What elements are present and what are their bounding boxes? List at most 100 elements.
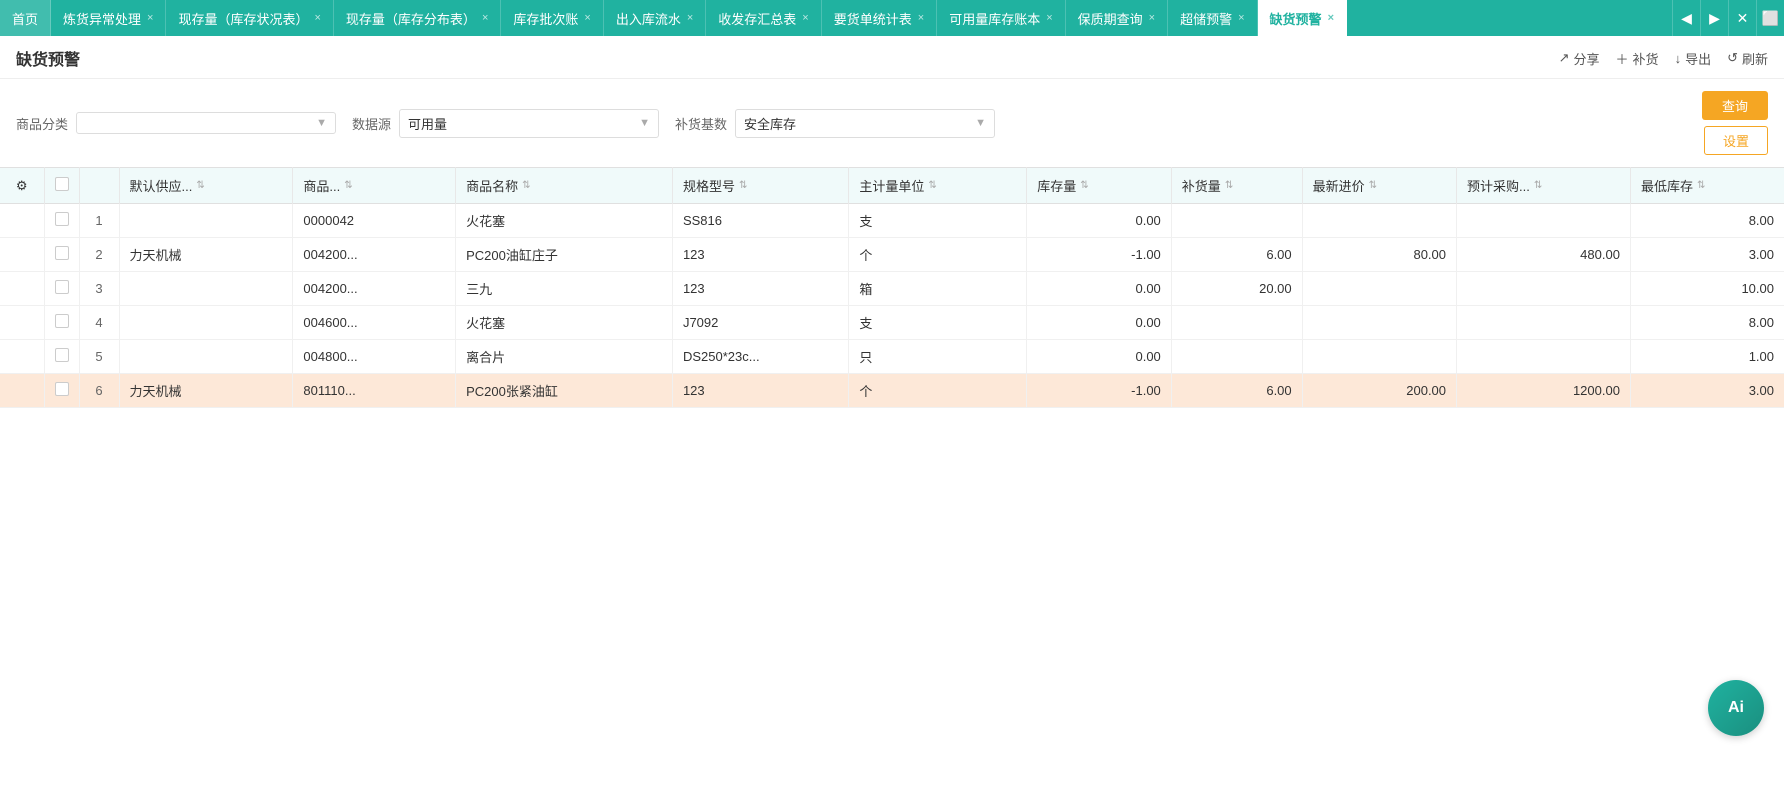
row-spec: 123 xyxy=(672,374,848,408)
row-checkbox[interactable] xyxy=(55,348,69,362)
th-stock[interactable]: 库存量 ⇅ xyxy=(1027,168,1172,204)
row-check-cell xyxy=(44,204,79,238)
replenish-button[interactable]: ＋ 补货 xyxy=(1616,49,1659,68)
row-settings-cell xyxy=(0,306,44,340)
table-row[interactable]: 5 004800... 离合片 DS250*23c... 只 0.00 1.00 xyxy=(0,340,1784,374)
chevron-down-icon-replenish: ▼ xyxy=(975,117,986,129)
row-min-stock: 3.00 xyxy=(1630,374,1784,408)
chevron-down-icon-datasource: ▼ xyxy=(639,117,650,129)
row-min-stock: 3.00 xyxy=(1630,238,1784,272)
table-row[interactable]: 2 力天机械 004200... PC200油缸庄子 123 个 -1.00 6… xyxy=(0,238,1784,272)
tab-collect-total[interactable]: 收发存汇总表 × xyxy=(706,0,821,36)
tab-close-expire-query[interactable]: × xyxy=(1149,12,1155,24)
filter-category-label: 商品分类 xyxy=(16,114,68,133)
row-est-purchase: 480.00 xyxy=(1457,238,1631,272)
page-title: 缺货预警 xyxy=(16,46,80,70)
tab-expire-query[interactable]: 保质期查询 × xyxy=(1066,0,1168,36)
settings-button[interactable]: 设置 xyxy=(1704,126,1768,155)
table-row[interactable]: 1 0000042 火花塞 SS816 支 0.00 8.00 xyxy=(0,204,1784,238)
row-checkbox[interactable] xyxy=(55,246,69,260)
row-checkbox[interactable] xyxy=(55,280,69,294)
row-unit: 个 xyxy=(849,238,1027,272)
tab-close-stock-status[interactable]: × xyxy=(314,12,320,24)
row-check-cell xyxy=(44,340,79,374)
th-code[interactable]: 商品... ⇅ xyxy=(293,168,456,204)
row-min-stock: 8.00 xyxy=(1630,306,1784,340)
share-button[interactable]: ↗ 分享 xyxy=(1559,49,1600,68)
tab-abnormal[interactable]: 炼货异常处理 × xyxy=(51,0,166,36)
export-icon: ↓ xyxy=(1675,51,1682,66)
table-row[interactable]: 4 004600... 火花塞 J7092 支 0.00 8.00 xyxy=(0,306,1784,340)
th-spec[interactable]: 规格型号 ⇅ xyxy=(672,168,848,204)
th-settings[interactable]: ⚙ xyxy=(0,168,44,204)
th-unit[interactable]: 主计量单位 ⇅ xyxy=(849,168,1027,204)
ai-button[interactable]: Ai xyxy=(1708,680,1764,736)
tab-close-avail-ledger[interactable]: × xyxy=(1046,12,1052,24)
header-actions: ↗ 分享 ＋ 补货 ↓ 导出 ↺ 刷新 xyxy=(1559,49,1768,68)
filter-area: 商品分类 ▼ 数据源 可用量 ▼ 补货基数 安全库存 ▼ 查询 设置 xyxy=(0,79,1784,167)
row-checkbox[interactable] xyxy=(55,382,69,396)
row-unit: 支 xyxy=(849,204,1027,238)
tab-home[interactable]: 首页 xyxy=(0,0,51,36)
table-row[interactable]: 6 力天机械 801110... PC200张紧油缸 123 个 -1.00 6… xyxy=(0,374,1784,408)
tab-close-collect-total[interactable]: × xyxy=(802,12,808,24)
tab-nav-next[interactable]: ▶ xyxy=(1700,0,1728,36)
main-content: 缺货预警 ↗ 分享 ＋ 补货 ↓ 导出 ↺ 刷新 商品分类 xyxy=(0,36,1784,796)
row-replen xyxy=(1171,204,1302,238)
query-button[interactable]: 查询 xyxy=(1702,91,1768,120)
share-icon: ↗ xyxy=(1559,50,1570,66)
row-est-purchase xyxy=(1457,340,1631,374)
tab-nav-maximize[interactable]: ⬜ xyxy=(1756,0,1784,36)
th-supplier[interactable]: 默认供应... ⇅ xyxy=(119,168,293,204)
tab-close-shortage[interactable]: × xyxy=(1328,12,1334,24)
tab-batch-account[interactable]: 库存批次账 × xyxy=(501,0,603,36)
tab-nav-close[interactable]: ✕ xyxy=(1728,0,1756,36)
th-latest-price[interactable]: 最新进价 ⇅ xyxy=(1302,168,1456,204)
tab-close-inout-flow[interactable]: × xyxy=(687,12,693,24)
row-num: 4 xyxy=(79,306,119,340)
refresh-button[interactable]: ↺ 刷新 xyxy=(1727,49,1768,68)
row-check-cell xyxy=(44,272,79,306)
tab-nav-prev[interactable]: ◀ xyxy=(1672,0,1700,36)
tab-close-overstock[interactable]: × xyxy=(1238,12,1244,24)
header-checkbox[interactable] xyxy=(55,177,69,191)
filter-datasource-select[interactable]: 可用量 ▼ xyxy=(399,109,659,138)
row-check-cell xyxy=(44,374,79,408)
tab-close-abnormal[interactable]: × xyxy=(147,12,153,24)
row-checkbox[interactable] xyxy=(55,212,69,226)
th-replen[interactable]: 补货量 ⇅ xyxy=(1171,168,1302,204)
row-check-cell xyxy=(44,306,79,340)
row-replen: 6.00 xyxy=(1171,238,1302,272)
tab-close-batch-account[interactable]: × xyxy=(584,12,590,24)
row-num: 2 xyxy=(79,238,119,272)
filter-datasource-value: 可用量 xyxy=(408,114,447,133)
replenish-icon: ＋ xyxy=(1616,49,1629,68)
sort-icon-code: ⇅ xyxy=(344,180,352,191)
tab-stock-dist[interactable]: 现存量（库存分布表） × xyxy=(334,0,501,36)
tab-stock-status[interactable]: 现存量（库存状况表） × xyxy=(166,0,333,36)
filter-replenish-base-select[interactable]: 安全库存 ▼ xyxy=(735,109,995,138)
table-row[interactable]: 3 004200... 三九 123 箱 0.00 20.00 10.00 xyxy=(0,272,1784,306)
th-min-stock[interactable]: 最低库存 ⇅ xyxy=(1630,168,1784,204)
row-est-purchase xyxy=(1457,306,1631,340)
tab-order-stats[interactable]: 要货单统计表 × xyxy=(822,0,937,36)
tab-shortage[interactable]: 缺货预警 × xyxy=(1258,0,1347,36)
settings-icon: ⚙ xyxy=(16,178,28,193)
tab-inout-flow[interactable]: 出入库流水 × xyxy=(604,0,706,36)
row-replen: 6.00 xyxy=(1171,374,1302,408)
row-name: PC200张紧油缸 xyxy=(456,374,673,408)
tab-close-order-stats[interactable]: × xyxy=(918,12,924,24)
tab-close-stock-dist[interactable]: × xyxy=(482,12,488,24)
th-est-purchase[interactable]: 预计采购... ⇅ xyxy=(1457,168,1631,204)
filter-category-select[interactable]: ▼ xyxy=(76,112,336,134)
row-stock: 0.00 xyxy=(1027,204,1172,238)
row-name: 火花塞 xyxy=(456,306,673,340)
tab-overstock[interactable]: 超储预警 × xyxy=(1168,0,1257,36)
export-button[interactable]: ↓ 导出 xyxy=(1675,49,1712,68)
tab-avail-ledger[interactable]: 可用量库存账本 × xyxy=(937,0,1065,36)
row-supplier xyxy=(119,204,293,238)
row-settings-cell xyxy=(0,238,44,272)
row-checkbox[interactable] xyxy=(55,314,69,328)
row-latest-price xyxy=(1302,306,1456,340)
th-name[interactable]: 商品名称 ⇅ xyxy=(456,168,673,204)
